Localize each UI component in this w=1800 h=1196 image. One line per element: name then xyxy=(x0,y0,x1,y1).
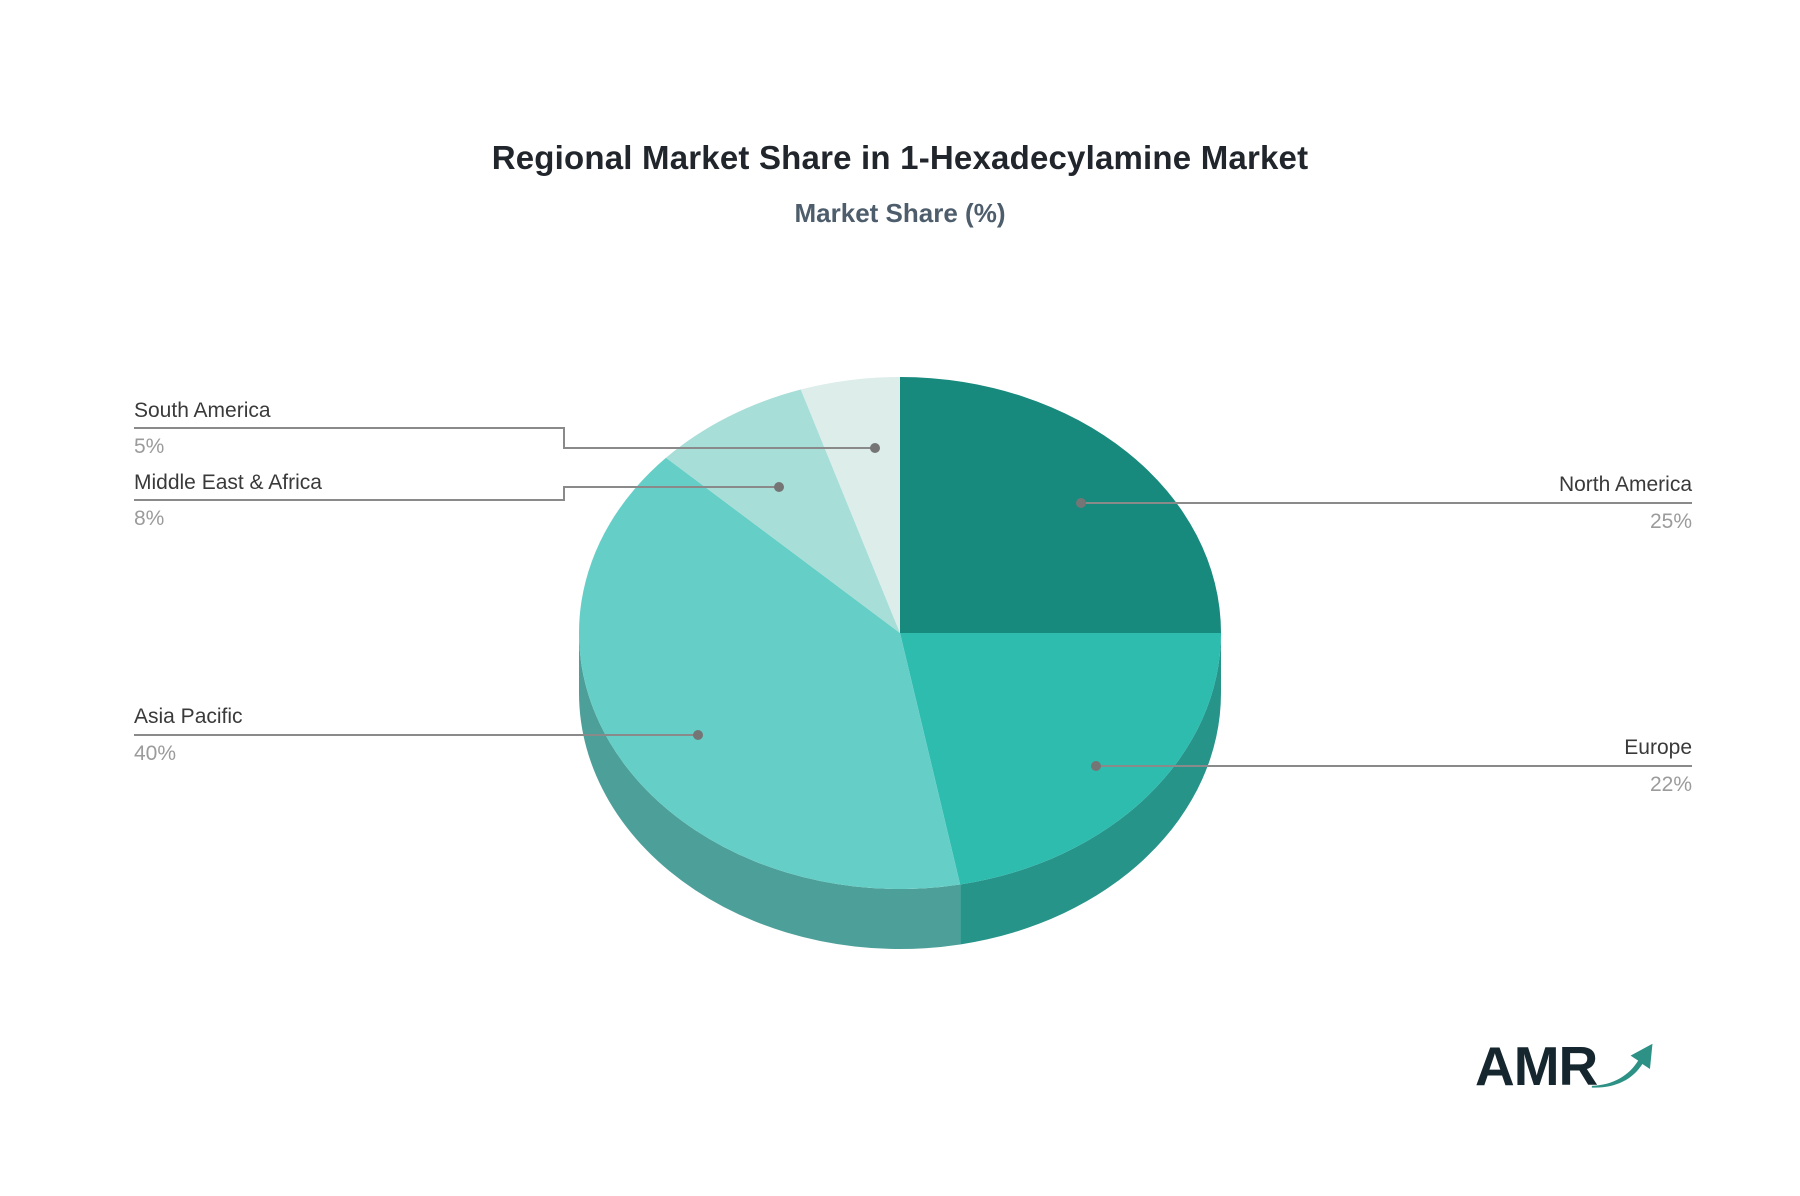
label-south-america: South America xyxy=(134,398,271,423)
value-north-america: 25% xyxy=(1650,509,1692,534)
value-south-america: 5% xyxy=(134,434,164,459)
leader-dot-middle-east-africa xyxy=(774,482,784,492)
label-north-america: North America xyxy=(1559,472,1692,497)
label-europe: Europe xyxy=(1624,735,1692,760)
leader-dot-south-america xyxy=(870,443,880,453)
growth-arrow-icon xyxy=(1591,1032,1655,1096)
leader-dot-europe xyxy=(1091,761,1101,771)
label-asia-pacific: Asia Pacific xyxy=(134,704,243,729)
amr-logo: AMR xyxy=(1475,1030,1675,1110)
leader-dot-north-america xyxy=(1076,498,1086,508)
chart-canvas: Regional Market Share in 1-Hexadecylamin… xyxy=(0,0,1800,1196)
value-europe: 22% xyxy=(1650,772,1692,797)
leader-dot-asia-pacific xyxy=(693,730,703,740)
pie-slice-north-america[interactable] xyxy=(900,377,1221,633)
pie-chart xyxy=(0,0,1800,1196)
label-middle-east-africa: Middle East & Africa xyxy=(134,470,322,495)
amr-logo-text: AMR xyxy=(1475,1035,1597,1097)
value-middle-east-africa: 8% xyxy=(134,506,164,531)
value-asia-pacific: 40% xyxy=(134,741,176,766)
